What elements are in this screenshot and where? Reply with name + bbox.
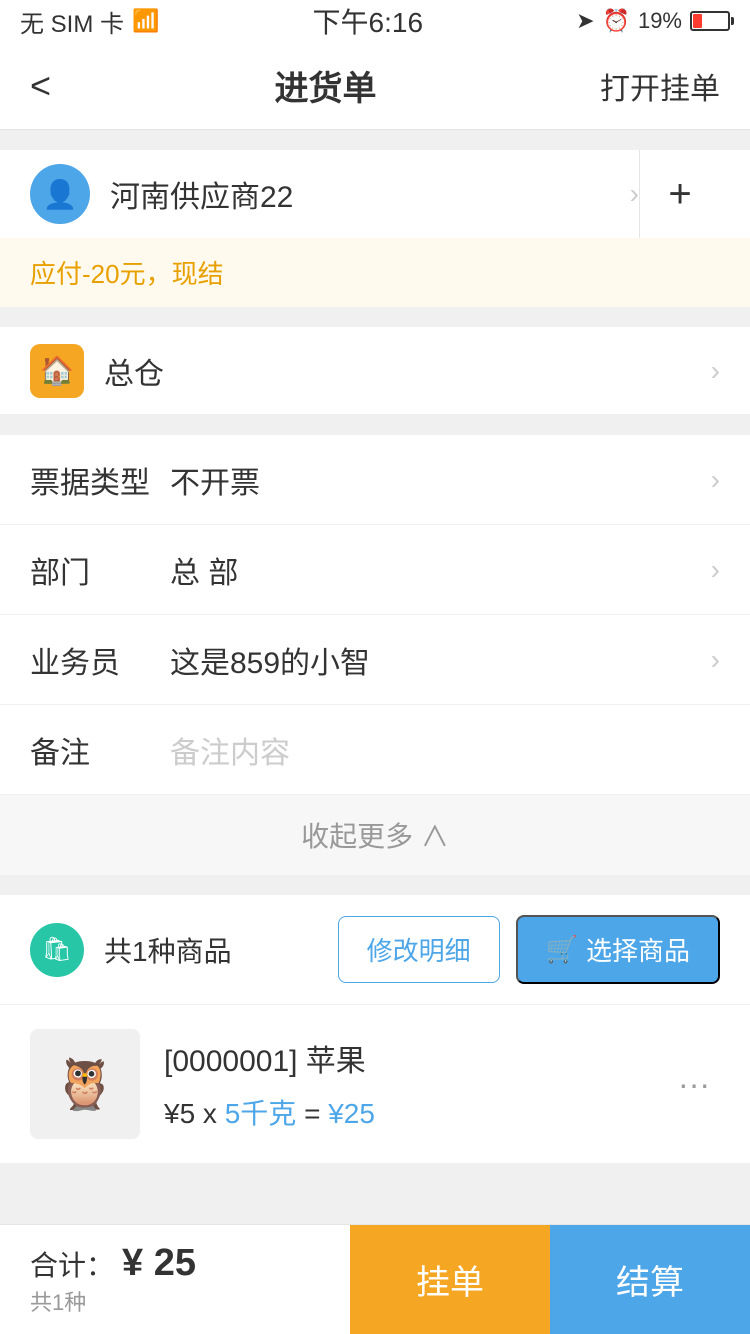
warehouse-icon: 🏠 [30,344,84,398]
warehouse-row[interactable]: 🏠 总仓 › [0,327,750,415]
remark-placeholder: 备注内容 [170,728,720,772]
product-title: 苹果 [306,1045,366,1078]
page-title: 进货单 [275,61,377,110]
status-left: 无 SIM 卡 📶 [20,4,159,39]
supplier-avatar: 👤 [30,164,90,224]
supplier-section: 👤 河南供应商22 › + [0,150,750,238]
product-code: [0000001] [164,1045,306,1078]
gap-2 [0,307,750,327]
product-price-row: ¥5 x 5千克 = ¥25 [164,1092,668,1132]
chevron-right-icon-sales: › [711,644,720,676]
bag-icon: 🛍 [42,935,72,964]
gap-1 [0,130,750,150]
product-quantity: 5千克 [225,1098,297,1129]
chevron-right-icon-warehouse: › [711,355,720,387]
salesperson-value: 这是859的小智 [170,638,701,682]
supplier-selector[interactable]: 👤 河南供应商22 › [30,150,640,238]
salesperson-row[interactable]: 业务员 这是859的小智 › [0,615,750,705]
department-value: 总 部 [170,548,701,592]
invoice-type-label: 票据类型 [30,458,170,502]
invoice-type-value: 不开票 [170,458,701,502]
avatar-icon: 👤 [43,178,78,211]
add-supplier-button[interactable]: + [640,172,720,217]
nav-bar: < 进货单 打开挂单 [0,42,750,130]
back-button[interactable]: < [30,65,51,107]
checkout-button[interactable]: 结算 [550,1225,750,1334]
product-item: 🦉 [0000001] 苹果 ¥5 x 5千克 = ¥25 ··· [0,1005,750,1164]
remark-row[interactable]: 备注 备注内容 [0,705,750,795]
status-bar: 无 SIM 卡 📶 下午6:16 ➤ ⏰ 19% [0,0,750,42]
chevron-right-icon-invoice: › [711,464,720,496]
gap-3 [0,415,750,435]
select-product-label: 选择商品 [586,931,690,968]
total-amount: ¥ 25 [122,1242,196,1285]
product-name: [0000001] 苹果 [164,1036,668,1080]
collapse-button[interactable]: 收起更多 ∧ [0,795,750,875]
department-row[interactable]: 部门 总 部 › [0,525,750,615]
status-right: ➤ ⏰ 19% [576,8,730,34]
product-count: 共1种商品 [104,930,338,970]
payment-hint: 应付-20元，现结 [0,238,750,307]
hang-button[interactable]: 挂单 [350,1225,550,1334]
product-more-button[interactable]: ··· [668,1056,720,1113]
product-equals: = [304,1098,328,1129]
carrier-label: 无 SIM 卡 [20,4,124,39]
chevron-right-icon-dept: › [711,554,720,586]
product-thumb-icon: 🦉 [54,1055,116,1114]
battery-icon [690,11,730,31]
cart-icon: 🛒 [546,934,578,965]
total-label: 合计： [30,1244,114,1284]
select-product-button[interactable]: 🛒 选择商品 [516,915,720,984]
product-header-icon: 🛍 [30,923,84,977]
total-sub: 共1种 [30,1285,320,1317]
warehouse-name: 总仓 [104,349,701,393]
edit-detail-button[interactable]: 修改明细 [338,916,500,983]
form-section: 票据类型 不开票 › 部门 总 部 › 业务员 这是859的小智 › 备注 备注… [0,435,750,795]
remark-label: 备注 [30,728,170,772]
total-section: 合计： ¥ 25 共1种 [0,1225,350,1334]
status-time: 下午6:16 [313,1,424,41]
bottom-bar: 合计： ¥ 25 共1种 挂单 结算 [0,1224,750,1334]
wifi-icon: 📶 [132,8,159,34]
gap-4 [0,875,750,895]
salesperson-label: 业务员 [30,638,170,682]
product-unit-price: ¥5 x [164,1098,225,1129]
open-pending-button[interactable]: 打开挂单 [600,64,720,108]
alarm-icon: ⏰ [603,8,630,34]
department-label: 部门 [30,548,170,592]
product-thumbnail: 🦉 [30,1029,140,1139]
product-header: 🛍 共1种商品 修改明细 🛒 选择商品 [0,895,750,1005]
chevron-right-icon: › [630,178,639,210]
product-total: ¥25 [328,1098,375,1129]
battery-percent: 19% [638,8,682,34]
supplier-name: 河南供应商22 [110,172,620,216]
total-row: 合计： ¥ 25 [30,1242,320,1285]
location-icon: ➤ [576,8,594,34]
invoice-type-row[interactable]: 票据类型 不开票 › [0,435,750,525]
product-info: [0000001] 苹果 ¥5 x 5千克 = ¥25 [164,1036,668,1132]
